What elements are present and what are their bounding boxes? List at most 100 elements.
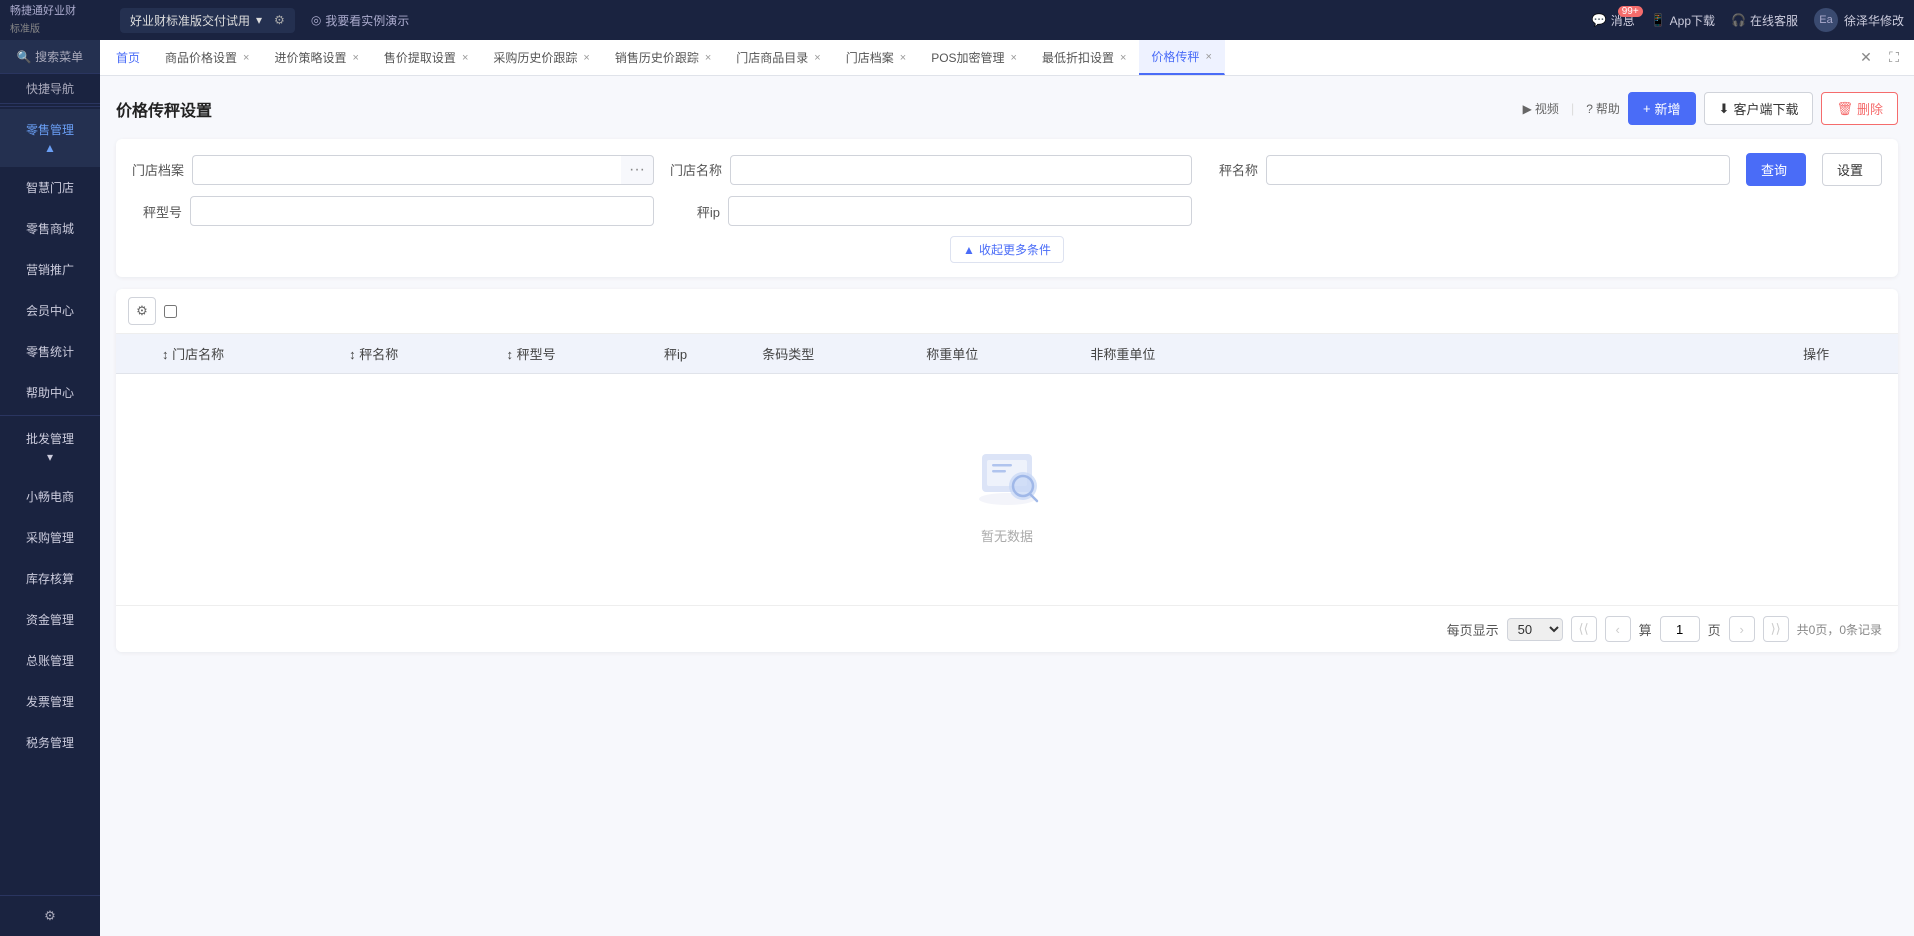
collapse-button[interactable]: ▲ 收起更多条件	[950, 236, 1064, 263]
first-page-button[interactable]: ⟨⟨	[1571, 616, 1597, 642]
empty-state: 暂无数据	[116, 374, 1898, 605]
prev-page-button[interactable]: ‹	[1605, 616, 1631, 642]
tab-sales-history[interactable]: 销售历史价跟踪 ×	[603, 41, 724, 74]
user-area[interactable]: Ea 徐泽华修改	[1814, 8, 1904, 32]
tab-price[interactable]: 商品价格设置 ×	[153, 41, 262, 74]
settings-query-label: 设置	[1837, 160, 1863, 179]
query-label: 查询	[1761, 160, 1787, 179]
th-store-name-label: ↕ 门店名称	[162, 347, 224, 362]
tab-close-button[interactable]: ✕	[1854, 46, 1878, 70]
page-size-label: 每页显示	[1447, 620, 1499, 639]
select-all-checkbox[interactable]	[164, 305, 177, 318]
search-icon: 🔍	[17, 50, 32, 64]
sidebar-item-tax-label: 税务管理	[26, 734, 74, 751]
header-right: 💬 消息 99+ 📱 App下载 🎧 在线客服 Ea 徐泽华修改	[1592, 8, 1904, 32]
video-icon: ▶	[1523, 102, 1532, 116]
scale-ip-label: 秤ip	[670, 202, 720, 221]
tab-purchase-strategy-close[interactable]: ×	[352, 52, 358, 64]
sidebar-divider-1	[0, 106, 100, 107]
sidebar-quick-nav[interactable]: 快捷导航	[0, 74, 100, 104]
page-size-select[interactable]: 50 10 20 100	[1507, 618, 1563, 641]
th-scale-model-label: ↕ 秤型号	[507, 347, 556, 362]
tab-expand-button[interactable]: ⛶	[1882, 46, 1906, 70]
th-action: 操作	[1793, 334, 1898, 374]
demo-link[interactable]: ◎ 我要看实例演示	[311, 12, 410, 29]
sidebar-item-ecommerce[interactable]: 零售商城	[0, 208, 100, 249]
tab-store-files[interactable]: 门店档案 ×	[834, 41, 919, 74]
th-scale-ip: 秤ip	[654, 334, 752, 374]
sidebar-item-stats[interactable]: 零售统计	[0, 331, 100, 372]
tab-pos-manage-close[interactable]: ×	[1011, 52, 1017, 64]
messages-badge: 99+	[1618, 6, 1643, 17]
video-link[interactable]: ▶ 视频	[1523, 100, 1559, 117]
sidebar-item-inventory[interactable]: 库存核算	[0, 558, 100, 599]
th-scale-model[interactable]: ↕ 秤型号	[497, 334, 654, 374]
query-button[interactable]: 查询	[1746, 153, 1806, 186]
messages-button[interactable]: 💬 消息 99+	[1592, 12, 1635, 29]
next-page-button[interactable]: ›	[1729, 616, 1755, 642]
sidebar-item-purchase[interactable]: 采购管理	[0, 517, 100, 558]
version-selector-label: 好业财标准版交付试用	[130, 12, 250, 29]
tab-min-discount-close[interactable]: ×	[1120, 52, 1126, 64]
tab-price-scale-close[interactable]: ×	[1205, 51, 1211, 63]
scale-ip-field: 秤ip	[670, 196, 1192, 226]
scale-ip-input[interactable]	[728, 196, 1192, 226]
th-action-label: 操作	[1803, 347, 1829, 362]
online-service-button[interactable]: 🎧 在线客服	[1731, 12, 1798, 29]
tab-min-discount[interactable]: 最低折扣设置 ×	[1030, 41, 1139, 74]
store-name-input[interactable]	[730, 155, 1192, 185]
sidebar-item-help[interactable]: 帮助中心	[0, 372, 100, 413]
sidebar-search[interactable]: 🔍 搜索菜单	[0, 40, 100, 74]
app-download-button[interactable]: 📱 App下载	[1651, 12, 1715, 29]
store-file-input[interactable]	[192, 155, 621, 185]
page-suffix-label: 页	[1708, 620, 1721, 639]
sidebar-item-wholesale[interactable]: 批发管理 ▾	[0, 418, 100, 476]
sidebar-item-inventory-label: 库存核算	[26, 570, 74, 587]
sidebar-item-general[interactable]: 总账管理	[0, 640, 100, 681]
last-page-button[interactable]: ⟩⟩	[1763, 616, 1789, 642]
th-store-name[interactable]: ↕ 门店名称	[152, 334, 339, 374]
settings-icon[interactable]: ⚙	[274, 13, 285, 27]
help-icon: ?	[1586, 102, 1593, 116]
tab-store-files-close[interactable]: ×	[900, 52, 906, 64]
table-settings-button[interactable]: ⚙	[128, 297, 156, 325]
tab-store-catalog-close[interactable]: ×	[814, 52, 820, 64]
sidebar-item-finance[interactable]: 资金管理	[0, 599, 100, 640]
download-button[interactable]: ⬇ 客户端下载	[1704, 92, 1814, 125]
tab-purchase-strategy[interactable]: 进价策略设置 ×	[262, 41, 371, 74]
tab-pos-manage[interactable]: POS加密管理 ×	[919, 41, 1030, 74]
add-button[interactable]: + 新增	[1628, 92, 1696, 125]
sidebar-item-smart[interactable]: 智慧门店	[0, 167, 100, 208]
sidebar-gear-button[interactable]: ⚙	[0, 895, 100, 936]
scale-model-input[interactable]	[190, 196, 654, 226]
tab-sales-history-close[interactable]: ×	[705, 52, 711, 64]
version-selector[interactable]: 好业财标准版交付试用 ▾ ⚙	[120, 8, 295, 33]
prev-page-icon: ‹	[1615, 622, 1619, 637]
pagination-bar: 每页显示 50 10 20 100 ⟨⟨ ‹ 算 页	[116, 605, 1898, 652]
page-input[interactable]	[1660, 616, 1700, 642]
tab-home[interactable]: 首页	[104, 41, 153, 74]
store-name-label: 门店名称	[670, 160, 722, 179]
tab-min-discount-label: 最低折扣设置	[1042, 49, 1114, 66]
sidebar-item-marketing[interactable]: 营销推广	[0, 249, 100, 290]
chevron-down-icon: ▾	[47, 450, 53, 464]
sidebar-item-retail[interactable]: 零售管理 ▲	[0, 109, 100, 167]
store-file-ellipsis-btn[interactable]: ···	[621, 155, 654, 185]
tab-purchase-history[interactable]: 采购历史价跟踪 ×	[481, 41, 602, 74]
tab-sale-extract-close[interactable]: ×	[462, 52, 468, 64]
tab-price-close[interactable]: ×	[243, 52, 249, 64]
empty-illustration	[967, 434, 1047, 514]
tab-price-scale[interactable]: 价格传秤 ×	[1139, 40, 1224, 75]
sidebar-item-member[interactable]: 会员中心	[0, 290, 100, 331]
delete-button[interactable]: 🗑 删除	[1821, 92, 1898, 125]
settings-query-button[interactable]: 设置	[1822, 153, 1882, 186]
sidebar-item-xiaochu[interactable]: 小畅电商	[0, 476, 100, 517]
scale-name-input[interactable]	[1266, 155, 1730, 185]
tab-sale-extract[interactable]: 售价提取设置 ×	[372, 41, 481, 74]
th-scale-name[interactable]: ↕ 秤名称	[339, 334, 496, 374]
help-link[interactable]: ? 帮助	[1586, 100, 1620, 117]
tab-purchase-history-close[interactable]: ×	[583, 52, 589, 64]
sidebar-item-tax[interactable]: 税务管理	[0, 722, 100, 763]
tab-store-catalog[interactable]: 门店商品目录 ×	[724, 41, 833, 74]
sidebar-item-invoice[interactable]: 发票管理	[0, 681, 100, 722]
